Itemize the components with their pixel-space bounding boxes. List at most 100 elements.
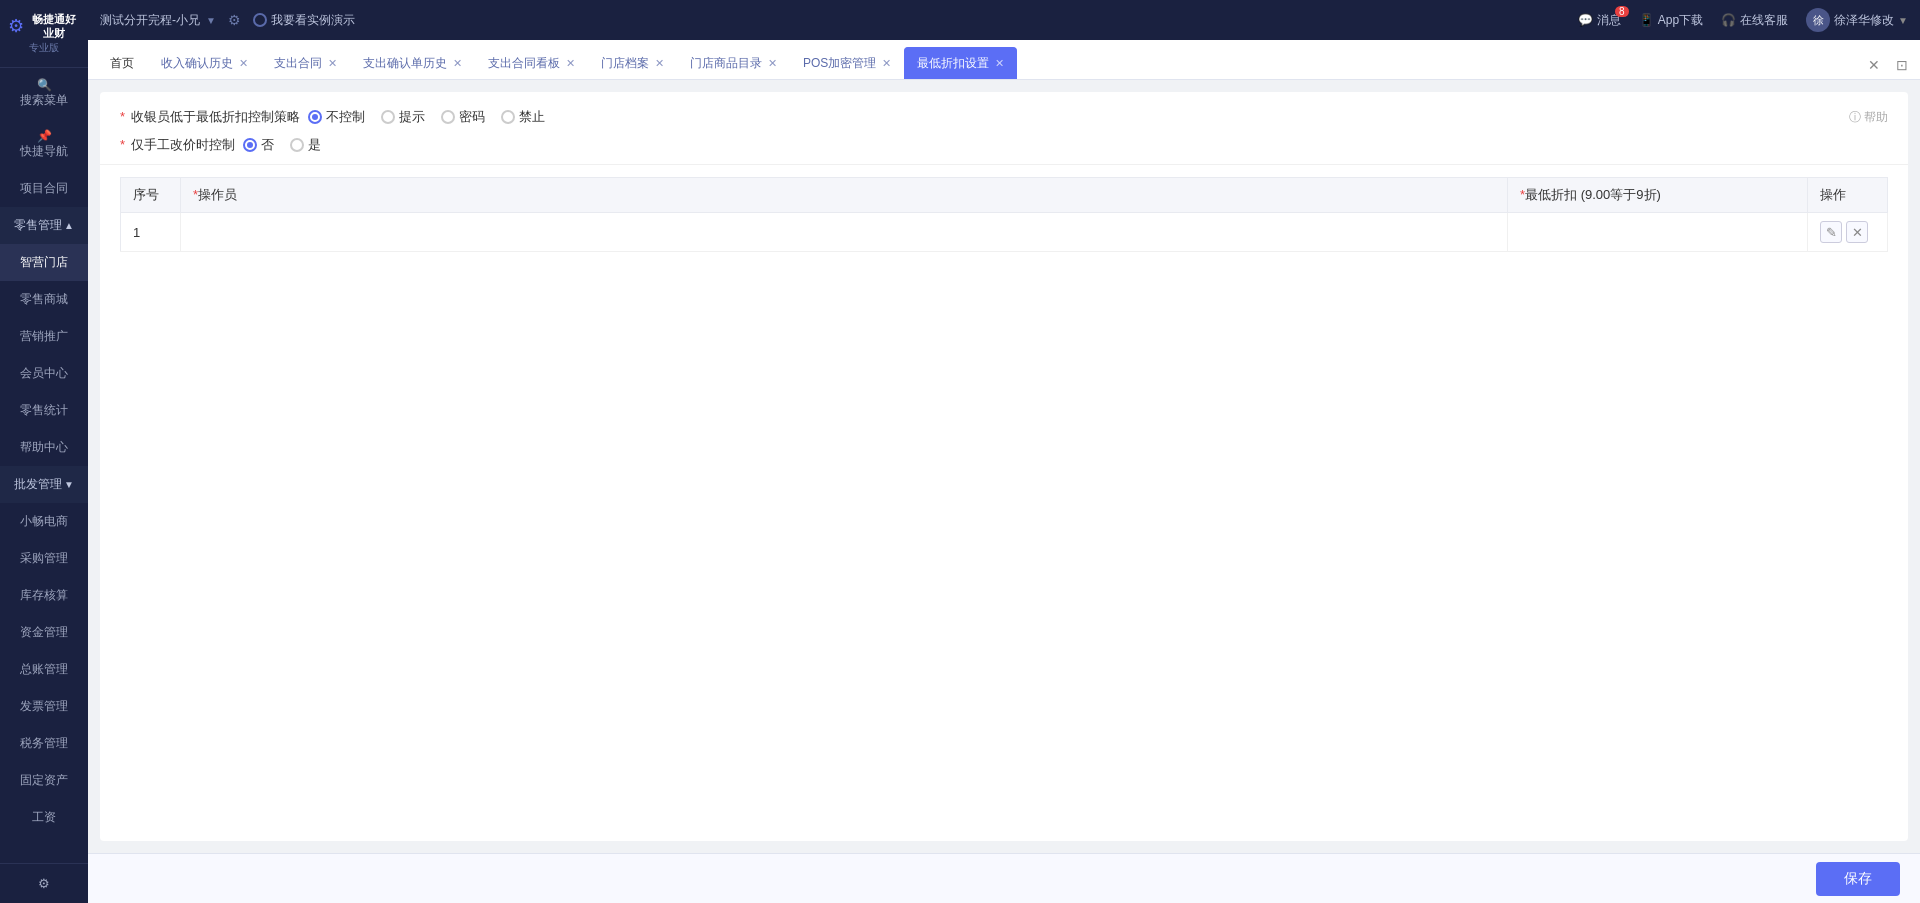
user-arrow-icon: ▼: [1898, 15, 1908, 26]
tab-income-history[interactable]: 收入确认历史 ✕: [148, 47, 261, 79]
close-pos-encryption[interactable]: ✕: [882, 57, 891, 70]
discount-input[interactable]: [1520, 225, 1795, 240]
close-expense-confirm-history[interactable]: ✕: [453, 57, 462, 70]
app-icon: 📱: [1639, 13, 1654, 27]
tab-expense-contract-board[interactable]: 支出合同看板 ✕: [475, 47, 588, 79]
project-name: 测试分开完程-小兄: [100, 12, 200, 29]
tab-expense-confirm-history[interactable]: 支出确认单历史 ✕: [350, 47, 475, 79]
radio-no-control[interactable]: 不控制: [308, 108, 365, 126]
close-income-history[interactable]: ✕: [239, 57, 248, 70]
tab-home[interactable]: 首页: [96, 47, 148, 79]
sidebar-settings[interactable]: ⚙: [0, 863, 88, 903]
col-seq: 序号: [121, 178, 181, 213]
tab-min-discount[interactable]: 最低折扣设置 ✕: [904, 47, 1017, 79]
tab-store-product-catalog[interactable]: 门店商品目录 ✕: [677, 47, 790, 79]
tab-store-archive[interactable]: 门店档案 ✕: [588, 47, 677, 79]
sidebar-item-smart-store[interactable]: 智营门店: [0, 244, 88, 281]
sidebar-item-accounting[interactable]: 总账管理: [0, 651, 88, 688]
radio-remind-circle: [381, 110, 395, 124]
logo-sub: 专业版: [8, 41, 80, 55]
sidebar-item-member[interactable]: 会员中心: [0, 355, 88, 392]
close-store-product-catalog[interactable]: ✕: [768, 57, 777, 70]
edit-button[interactable]: ✎: [1820, 221, 1842, 243]
sidebar-item-search[interactable]: 🔍 搜索菜单: [0, 68, 88, 119]
close-expense-contract-board[interactable]: ✕: [566, 57, 575, 70]
sidebar-item-project[interactable]: 项目合同: [0, 170, 88, 207]
topbar-online-service[interactable]: 🎧 在线客服: [1721, 12, 1788, 29]
sidebar-item-marketing[interactable]: 营销推广: [0, 318, 88, 355]
table-section: 序号 *操作员 *最低折扣 (9.00等于9折) 操作 1: [100, 165, 1908, 264]
discount-policy-label: * 收银员低于最低折扣控制策略: [120, 108, 300, 126]
manual-price-label: * 仅手工改价时控制: [120, 136, 235, 154]
sidebar-item-retail[interactable]: 零售管理 ▲: [0, 207, 88, 244]
sidebar-item-wholesale[interactable]: 批发管理 ▼: [0, 466, 88, 503]
radio-password-circle: [441, 110, 455, 124]
tab-expense-contract[interactable]: 支出合同 ✕: [261, 47, 350, 79]
sidebar-item-tax[interactable]: 税务管理: [0, 725, 88, 762]
cell-discount[interactable]: [1508, 213, 1808, 252]
radio-no-circle: [243, 138, 257, 152]
help-icon: ⓘ: [1849, 109, 1861, 126]
radio-no[interactable]: 否: [243, 136, 274, 154]
radio-ban[interactable]: 禁止: [501, 108, 545, 126]
service-icon: 🎧: [1721, 13, 1736, 27]
sidebar-logo: ⚙ 畅捷通好业财 专业版: [0, 0, 88, 68]
sidebar-item-quicknav[interactable]: 📌 快捷导航: [0, 119, 88, 170]
sidebar-item-retail-mall[interactable]: 零售商城: [0, 281, 88, 318]
discount-policy-row: * 收银员低于最低折扣控制策略 不控制 提示: [120, 108, 1888, 126]
cell-operator[interactable]: [181, 213, 1508, 252]
action-buttons: ✎ ✕: [1820, 221, 1875, 243]
radio-yes[interactable]: 是: [290, 136, 321, 154]
sidebar-item-invoice[interactable]: 发票管理: [0, 688, 88, 725]
help-link[interactable]: ⓘ 帮助: [1849, 109, 1888, 126]
radio-remind[interactable]: 提示: [381, 108, 425, 126]
discount-table: 序号 *操作员 *最低折扣 (9.00等于9折) 操作 1: [120, 177, 1888, 252]
demo-dot-icon: [253, 13, 267, 27]
avatar: 徐: [1806, 8, 1830, 32]
close-expense-contract[interactable]: ✕: [328, 57, 337, 70]
retail-arrow-icon: ▲: [64, 220, 74, 231]
tab-close-current[interactable]: ✕: [1864, 55, 1884, 75]
radio-ban-circle: [501, 110, 515, 124]
operator-input[interactable]: [193, 225, 1495, 240]
page-panel: * 收银员低于最低折扣控制策略 不控制 提示: [100, 92, 1908, 841]
sidebar-item-inventory[interactable]: 库存核算: [0, 577, 88, 614]
cell-action: ✎ ✕: [1808, 213, 1888, 252]
sidebar-item-ecommerce[interactable]: 小畅电商: [0, 503, 88, 540]
col-action: 操作: [1808, 178, 1888, 213]
project-arrow-icon: ▼: [206, 15, 216, 26]
message-icon: 💬: [1578, 13, 1593, 27]
footer: 保存: [88, 853, 1920, 903]
sidebar-item-retail-stat[interactable]: 零售统计: [0, 392, 88, 429]
table-header-row: 序号 *操作员 *最低折扣 (9.00等于9折) 操作: [121, 178, 1888, 213]
sidebar-item-finance[interactable]: 资金管理: [0, 614, 88, 651]
topbar-right: 💬 消息 8 📱 App下载 🎧 在线客服 徐 徐泽华修改 ▼: [1578, 8, 1908, 32]
topbar-settings-icon[interactable]: ⚙: [228, 12, 241, 28]
topbar-project[interactable]: 测试分开完程-小兄 ▼: [100, 12, 216, 29]
manual-price-row: * 仅手工改价时控制 否 是: [120, 136, 1888, 154]
sidebar-item-salary[interactable]: 工资: [0, 799, 88, 836]
radio-no-control-circle: [308, 110, 322, 124]
tabbar-controls: ✕ ⊡: [1864, 55, 1912, 79]
logo-text: 畅捷通好业财: [28, 12, 80, 41]
sidebar-item-help[interactable]: 帮助中心: [0, 429, 88, 466]
sidebar-item-purchase[interactable]: 采购管理: [0, 540, 88, 577]
save-button[interactable]: 保存: [1816, 862, 1900, 896]
close-min-discount[interactable]: ✕: [995, 57, 1004, 70]
sidebar-item-fixed-asset[interactable]: 固定资产: [0, 762, 88, 799]
content-area: * 收银员低于最低折扣控制策略 不控制 提示: [88, 80, 1920, 853]
cell-seq: 1: [121, 213, 181, 252]
messages-badge: 8: [1615, 6, 1629, 17]
topbar-demo[interactable]: 我要看实例演示: [253, 12, 355, 29]
wholesale-arrow-icon: ▼: [64, 479, 74, 490]
topbar-messages[interactable]: 💬 消息 8: [1578, 12, 1621, 29]
quicknav-icon: 📌: [37, 129, 52, 143]
tab-pos-encryption[interactable]: POS加密管理 ✕: [790, 47, 904, 79]
close-store-archive[interactable]: ✕: [655, 57, 664, 70]
tab-menu[interactable]: ⊡: [1892, 55, 1912, 75]
topbar-user[interactable]: 徐 徐泽华修改 ▼: [1806, 8, 1908, 32]
delete-button[interactable]: ✕: [1846, 221, 1868, 243]
radio-password[interactable]: 密码: [441, 108, 485, 126]
settings-icon: ⚙: [38, 876, 50, 891]
topbar-app-download[interactable]: 📱 App下载: [1639, 12, 1703, 29]
